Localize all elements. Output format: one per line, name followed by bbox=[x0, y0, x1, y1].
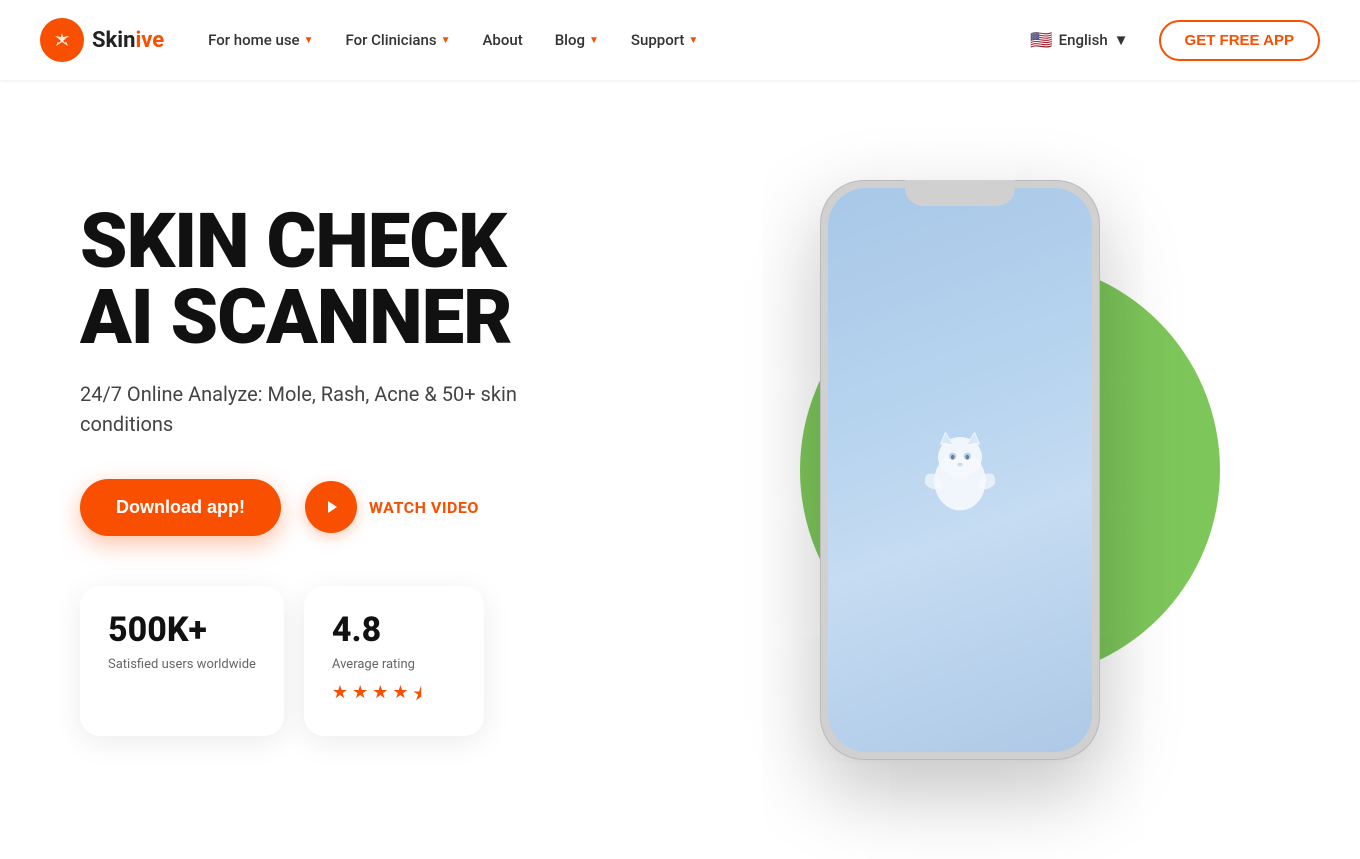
language-selector[interactable]: 🇺🇸 English ▼ bbox=[1016, 22, 1142, 59]
nav-item-blog[interactable]: Blog ▼ bbox=[541, 23, 613, 57]
chevron-down-icon: ▼ bbox=[441, 35, 451, 46]
download-button[interactable]: Download app! bbox=[80, 479, 281, 536]
logo-icon bbox=[40, 18, 84, 62]
stat-card-users: 500K+ Satisfied users worldwide bbox=[80, 586, 284, 736]
nav-item-home-use[interactable]: For home use ▼ bbox=[194, 23, 327, 57]
stat-users-number: 500K+ bbox=[108, 610, 256, 650]
watch-video-link[interactable]: WATCH VIDEO bbox=[305, 481, 479, 533]
phone-wrapper bbox=[820, 180, 1100, 760]
stat-rating-number: 4.8 bbox=[332, 610, 456, 650]
star-rating: ★ ★ ★ ★ ⯨ bbox=[332, 682, 456, 712]
star-3: ★ bbox=[372, 682, 388, 712]
phone-outer bbox=[820, 180, 1100, 760]
nav-label-home-use: For home use bbox=[208, 31, 299, 49]
play-button[interactable] bbox=[305, 481, 357, 533]
nav-label-support: Support bbox=[631, 31, 684, 49]
stat-rating-label: Average rating bbox=[332, 656, 456, 674]
nav-label-about: About bbox=[482, 31, 522, 49]
phone-notch bbox=[905, 180, 1015, 206]
star-1: ★ bbox=[332, 682, 348, 712]
logo[interactable]: Skinive bbox=[40, 18, 164, 62]
nav-label-blog: Blog bbox=[555, 31, 585, 49]
phone-screen bbox=[828, 188, 1092, 752]
flag-icon: 🇺🇸 bbox=[1030, 30, 1052, 51]
chevron-down-icon: ▼ bbox=[688, 35, 698, 46]
watch-video-label: WATCH VIDEO bbox=[369, 498, 479, 517]
hero-section: SKIN CHECK AI SCANNER 24/7 Online Analyz… bbox=[0, 80, 1360, 859]
hero-title: SKIN CHECK AI SCANNER bbox=[80, 203, 680, 355]
hero-title-line2: AI SCANNER bbox=[80, 272, 512, 362]
phone-mockup-container bbox=[680, 170, 1280, 770]
chevron-down-icon: ▼ bbox=[589, 35, 599, 46]
hero-subtitle: 24/7 Online Analyze: Mole, Rash, Acne & … bbox=[80, 379, 580, 439]
get-free-app-button[interactable]: GET FREE APP bbox=[1159, 20, 1320, 61]
nav-label-clinicians: For Clinicians bbox=[345, 31, 436, 49]
star-2: ★ bbox=[352, 682, 368, 712]
chevron-down-icon: ▼ bbox=[304, 35, 314, 46]
hero-content: SKIN CHECK AI SCANNER 24/7 Online Analyz… bbox=[80, 203, 680, 736]
app-logo-on-screen bbox=[905, 415, 1015, 525]
hero-actions: Download app! WATCH VIDEO bbox=[80, 479, 680, 536]
play-icon bbox=[322, 498, 340, 516]
logo-text: Skinive bbox=[92, 28, 164, 53]
star-half: ⯨ bbox=[412, 682, 422, 712]
hero-stats: 500K+ Satisfied users worldwide 4.8 Aver… bbox=[80, 586, 680, 736]
nav-item-support[interactable]: Support ▼ bbox=[617, 23, 712, 57]
language-label: English bbox=[1059, 31, 1108, 49]
nav-links: For home use ▼ For Clinicians ▼ About Bl… bbox=[194, 23, 1016, 57]
navbar: Skinive For home use ▼ For Clinicians ▼ … bbox=[0, 0, 1360, 80]
nav-item-clinicians[interactable]: For Clinicians ▼ bbox=[331, 23, 464, 57]
nav-right: 🇺🇸 English ▼ GET FREE APP bbox=[1016, 20, 1320, 61]
stat-users-label: Satisfied users worldwide bbox=[108, 656, 256, 674]
chevron-down-icon: ▼ bbox=[1114, 31, 1129, 49]
star-4: ★ bbox=[392, 682, 408, 712]
stat-card-rating: 4.8 Average rating ★ ★ ★ ★ ⯨ bbox=[304, 586, 484, 736]
nav-item-about[interactable]: About bbox=[468, 23, 536, 57]
